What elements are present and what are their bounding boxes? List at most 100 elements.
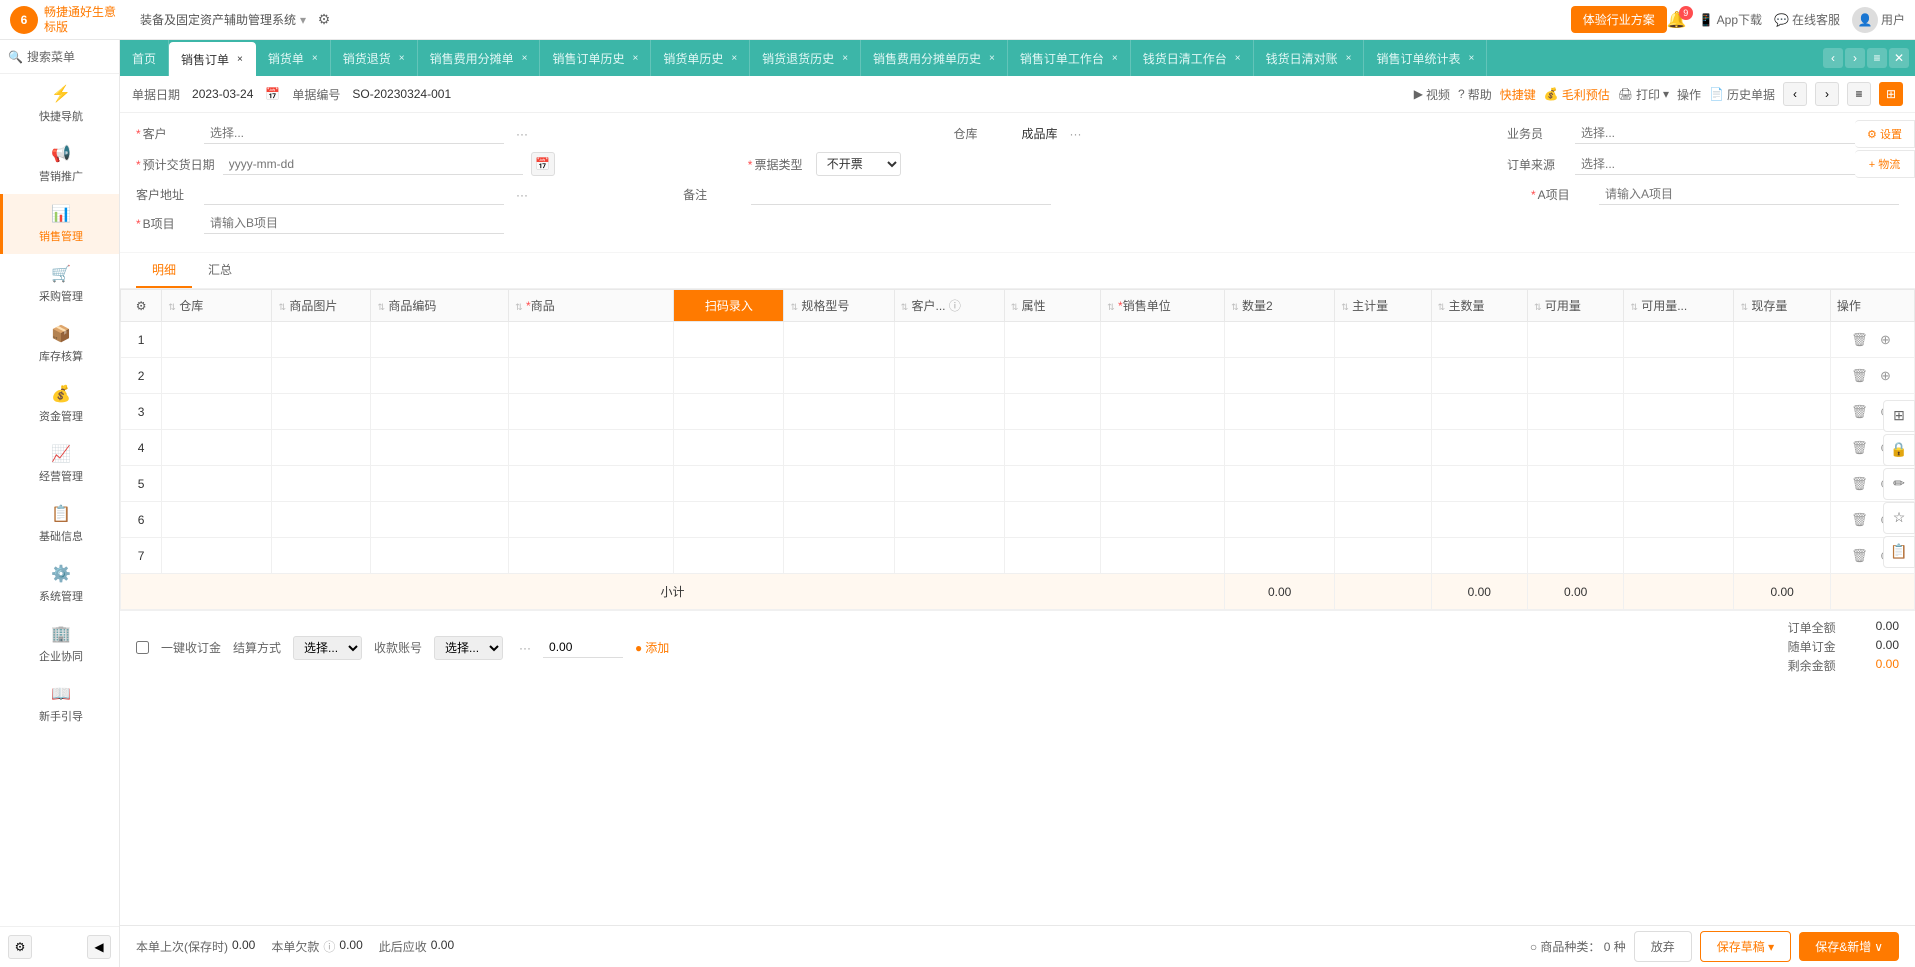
notification-btn[interactable]: 🔔 9 [1667, 10, 1687, 30]
row-4-delete-btn[interactable]: 🗑 [1848, 437, 1870, 459]
one-click-checkbox[interactable] [136, 641, 149, 654]
tab-close-fee-history[interactable]: × [989, 53, 995, 64]
tab-sales-slip[interactable]: 销货单 × [256, 40, 331, 76]
row-1-main-qty[interactable] [1431, 322, 1527, 358]
sidebar-item-company[interactable]: 🏢 企业协同 [0, 614, 119, 674]
user-area[interactable]: 👤 用户 [1852, 7, 1905, 33]
tab-next-btn[interactable]: › [1845, 48, 1865, 68]
prev-record-btn[interactable]: ‹ [1783, 82, 1807, 106]
tab-close-order-stats[interactable]: × [1468, 53, 1474, 64]
row-2-available[interactable] [1527, 358, 1623, 394]
tab-order-history[interactable]: 销售订单历史 × [540, 40, 651, 76]
tab-cash-workbench[interactable]: 钱货日清工作台 × [1131, 40, 1254, 76]
tab-cash-reconcile[interactable]: 钱货日清对账 × [1254, 40, 1365, 76]
system-gear-btn[interactable]: ⚙ [310, 6, 338, 34]
row-2-available2[interactable] [1624, 358, 1734, 394]
row-1-available[interactable] [1527, 322, 1623, 358]
tab-close-slip-history[interactable]: × [731, 53, 737, 64]
row-3-delete-btn[interactable]: 🗑 [1848, 401, 1870, 423]
payment-method-select[interactable]: 选择... [293, 636, 362, 660]
calendar-btn[interactable]: 📅 [265, 87, 280, 101]
row-1-copy-btn[interactable]: ⊕ [1874, 329, 1896, 351]
sidebar-item-basic[interactable]: 📋 基础信息 [0, 494, 119, 554]
row-1-warehouse[interactable] [162, 322, 272, 358]
system-dropdown-btn[interactable]: ▾ [300, 13, 306, 27]
row-6-delete-btn[interactable]: 🗑 [1848, 509, 1870, 531]
right-float-clipboard-btn[interactable]: 📋 [1883, 536, 1915, 568]
tab-order-stats[interactable]: 销售订单统计表 × [1364, 40, 1487, 76]
sidebar-item-marketing[interactable]: 📢 营销推广 [0, 134, 119, 194]
view-btn[interactable]: ▶ 视频 [1414, 86, 1450, 103]
row-2-unit[interactable] [1101, 358, 1225, 394]
tab-close-sales-fee[interactable]: × [522, 53, 528, 64]
online-service-link[interactable]: 💬 在线客服 [1774, 11, 1840, 28]
right-float-star-btn[interactable]: ☆ [1883, 502, 1915, 534]
row-1-unit[interactable] [1101, 322, 1225, 358]
right-float-edit-btn[interactable]: ✏ [1883, 468, 1915, 500]
sidebar-item-quick[interactable]: ⚡ 快捷导航 [0, 74, 119, 134]
row-1-code[interactable] [371, 322, 509, 358]
tab-close-cash-workbench[interactable]: × [1235, 53, 1241, 64]
order-source-input[interactable] [1575, 154, 1875, 175]
address-more-btn[interactable]: ··· [516, 188, 528, 202]
row-5-delete-btn[interactable]: 🗑 [1848, 473, 1870, 495]
row-2-copy-btn[interactable]: ⊕ [1874, 365, 1896, 387]
sidebar-settings-btn[interactable]: ⚙ [8, 935, 32, 959]
profit-btn[interactable]: 💰 毛利预估 [1544, 86, 1610, 103]
sidebar-item-purchase[interactable]: 🛒 采购管理 [0, 254, 119, 314]
next-record-btn[interactable]: › [1815, 82, 1839, 106]
tab-return-history[interactable]: 销货退货历史 × [750, 40, 861, 76]
row-2-qty2[interactable] [1225, 358, 1335, 394]
sidebar-item-finance[interactable]: 💰 资金管理 [0, 374, 119, 434]
sidebar-collapse-btn[interactable]: ◀ [87, 935, 111, 959]
col-settings[interactable]: ⚙ [121, 290, 162, 322]
remark-input[interactable] [751, 184, 1051, 205]
row-1-available2[interactable] [1624, 322, 1734, 358]
row-1-customer-code[interactable] [894, 322, 1004, 358]
grid-view-btn[interactable]: ⊞ [1879, 82, 1903, 106]
col-scan[interactable]: 扫码录入 [674, 290, 784, 322]
sidebar-search[interactable]: 🔍 搜索菜单 [0, 40, 119, 74]
tab-close-workbench[interactable]: × [1112, 53, 1118, 64]
row-2-attribute[interactable] [1004, 358, 1100, 394]
discard-btn[interactable]: 放弃 [1634, 931, 1692, 962]
row-1-scan[interactable] [674, 322, 784, 358]
row-1-spec[interactable] [784, 322, 894, 358]
row-2-image[interactable] [272, 358, 371, 394]
tab-workbench[interactable]: 销售订单工作台 × [1008, 40, 1131, 76]
add-float-btn[interactable]: + 物流 [1855, 150, 1915, 178]
tab-close-return-history[interactable]: × [842, 53, 848, 64]
row-1-current[interactable] [1734, 322, 1830, 358]
tab-sales-order[interactable]: 销售订单 × [169, 42, 256, 76]
print-btn[interactable]: 🖨 打印 ▾ [1618, 86, 1669, 103]
row-2-scan[interactable] [674, 358, 784, 394]
address-input[interactable] [204, 184, 504, 205]
customer-code-info-icon[interactable]: ⓘ [949, 299, 961, 313]
row-2-spec[interactable] [784, 358, 894, 394]
add-btn[interactable]: ● 添加 [635, 639, 669, 656]
app-download-link[interactable]: 📱 App下载 [1699, 11, 1762, 28]
ticket-select[interactable]: 不开票 [816, 152, 901, 176]
a-project-input[interactable] [1599, 184, 1899, 205]
tab-close-cash-reconcile[interactable]: × [1346, 53, 1352, 64]
tab-fee-history[interactable]: 销售费用分摊单历史 × [861, 40, 1008, 76]
solution-button[interactable]: 体验行业方案 [1571, 6, 1667, 33]
sidebar-item-guide[interactable]: 📖 新手引导 [0, 674, 119, 734]
row-1-attribute[interactable] [1004, 322, 1100, 358]
tab-detail[interactable]: 明细 [136, 253, 192, 288]
delivery-input[interactable] [223, 154, 523, 175]
operations-btn[interactable]: 操作 [1677, 86, 1701, 103]
account-more-btn[interactable]: ··· [519, 641, 531, 655]
save-new-btn[interactable]: 保存&新增 ∨ [1799, 932, 1899, 961]
warehouse-more-btn[interactable]: ··· [1070, 127, 1082, 141]
tab-sales-return[interactable]: 销货退货 × [331, 40, 418, 76]
salesperson-input[interactable] [1575, 123, 1875, 144]
tab-slip-history[interactable]: 销货单历史 × [651, 40, 750, 76]
customer-more-btn[interactable]: ··· [516, 127, 528, 141]
row-7-delete-btn[interactable]: 🗑 [1848, 545, 1870, 567]
delivery-calendar-btn[interactable]: 📅 [531, 152, 555, 176]
tab-sales-fee[interactable]: 销售费用分摊单 × [418, 40, 541, 76]
row-2-current[interactable] [1734, 358, 1830, 394]
row-2-delete-btn[interactable]: 🗑 [1848, 365, 1870, 387]
row-1-image[interactable] [272, 322, 371, 358]
